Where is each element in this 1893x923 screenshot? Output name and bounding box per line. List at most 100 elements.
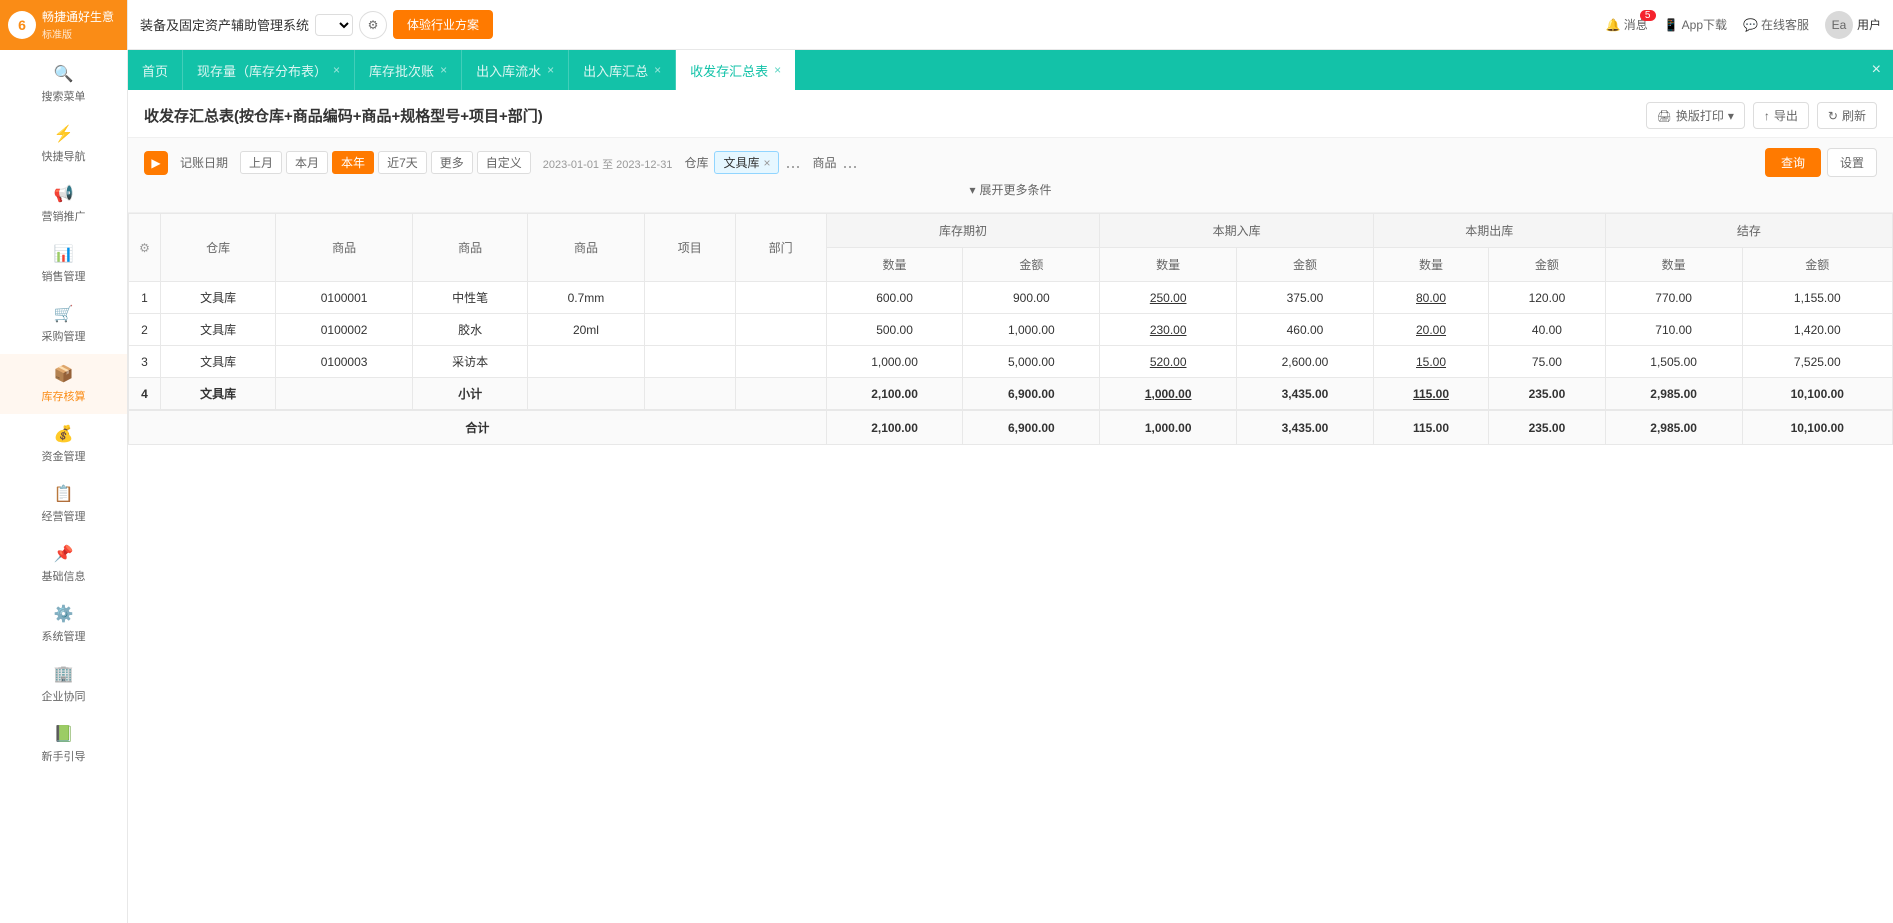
sidebar-item-inventory[interactable]: 📦 库存核算 bbox=[0, 354, 127, 414]
refresh-icon: ↻ bbox=[1828, 109, 1838, 123]
total-row: 合计 2,100.00 6,900.00 1,000.00 3,435.00 1… bbox=[129, 410, 1893, 445]
sidebar-item-label: 基础信息 bbox=[42, 568, 86, 584]
col-warehouse-header: 仓库 bbox=[161, 214, 276, 282]
row3-warehouse: 文具库 bbox=[161, 346, 276, 378]
date-btn-7days[interactable]: 近7天 bbox=[378, 151, 427, 174]
date-btn-last-month[interactable]: 上月 bbox=[240, 151, 282, 174]
col-project-header: 项目 bbox=[644, 214, 735, 282]
product-more-button[interactable]: ... bbox=[843, 152, 858, 173]
row2-name: 胶水 bbox=[413, 314, 528, 346]
sidebar-item-marketing[interactable]: 📢 营销推广 bbox=[0, 174, 127, 234]
subtotal-in-qty[interactable]: 1,000.00 bbox=[1100, 378, 1237, 411]
row3-in-qty[interactable]: 520.00 bbox=[1100, 346, 1237, 378]
total-in-amt: 3,435.00 bbox=[1237, 410, 1374, 445]
page-inner: 收发存汇总表(按仓库+商品编码+商品+规格型号+项目+部门) 🖨 换版打印 ▾ … bbox=[128, 90, 1893, 923]
filter-area: ▶ 记账日期 上月 本月 本年 近7天 更多 自定义 2023-01-01 至 … bbox=[128, 138, 1893, 213]
notification-button[interactable]: 🔔 消息 5 bbox=[1606, 16, 1648, 33]
sidebar-item-label: 营销推广 bbox=[42, 208, 86, 224]
table-row: 3 文具库 0100003 采访本 1,000.00 5,000.00 520.… bbox=[129, 346, 1893, 378]
online-service-button[interactable]: 💬 在线客服 bbox=[1743, 16, 1809, 33]
settings-icon[interactable]: ⚙ bbox=[359, 11, 387, 39]
tab-recv-send[interactable]: 收发存汇总表 × bbox=[676, 50, 795, 90]
row1-no: 1 bbox=[129, 282, 161, 314]
total-in-qty: 1,000.00 bbox=[1100, 410, 1237, 445]
subtotal-balance-qty: 2,985.00 bbox=[1605, 378, 1742, 411]
row2-warehouse: 文具库 bbox=[161, 314, 276, 346]
print-button[interactable]: 🖨 换版打印 ▾ bbox=[1646, 102, 1745, 129]
tab-stock-dist-close[interactable]: × bbox=[333, 63, 340, 77]
date-btn-more[interactable]: 更多 bbox=[431, 151, 473, 174]
row1-project bbox=[644, 282, 735, 314]
tab-flow-close[interactable]: × bbox=[547, 63, 554, 77]
date-btn-custom[interactable]: 自定义 bbox=[477, 151, 531, 174]
system-select[interactable] bbox=[315, 14, 353, 36]
subtotal-dept bbox=[735, 378, 826, 411]
tab-flow-label: 出入库流水 bbox=[476, 61, 541, 80]
sidebar: 6 畅捷通好生意 标准版 🔍 搜索菜单 ⚡ 快捷导航 📢 营销推广 📊 销售管理 bbox=[0, 0, 128, 923]
refresh-button[interactable]: ↻ 刷新 bbox=[1817, 102, 1877, 129]
row1-in-qty[interactable]: 250.00 bbox=[1100, 282, 1237, 314]
tab-batch[interactable]: 库存批次账 × bbox=[355, 50, 462, 90]
warehouse-tag-close[interactable]: × bbox=[763, 156, 770, 170]
tab-summary-close[interactable]: × bbox=[654, 63, 661, 77]
app-download-button[interactable]: 📱 App下载 bbox=[1664, 16, 1727, 33]
user-menu[interactable]: Ea 用户 bbox=[1825, 11, 1881, 39]
col-out-amt-header: 金额 bbox=[1489, 248, 1606, 282]
sidebar-item-enterprise[interactable]: 🏢 企业协同 bbox=[0, 654, 127, 714]
date-btn-this-year[interactable]: 本年 bbox=[332, 151, 374, 174]
subtotal-warehouse: 文具库 bbox=[161, 378, 276, 411]
sidebar-item-purchase[interactable]: 🛒 采购管理 bbox=[0, 294, 127, 354]
sidebar-item-basic[interactable]: 📌 基础信息 bbox=[0, 534, 127, 594]
query-button[interactable]: 查询 bbox=[1765, 148, 1821, 177]
set-button[interactable]: 设置 bbox=[1827, 148, 1877, 177]
sidebar-item-system[interactable]: ⚙️ 系统管理 bbox=[0, 594, 127, 654]
sidebar-item-quick-nav[interactable]: ⚡ 快捷导航 bbox=[0, 114, 127, 174]
subtotal-code bbox=[276, 378, 413, 411]
expand-filter-button[interactable]: ▾ 展开更多条件 bbox=[144, 177, 1877, 202]
row2-in-qty[interactable]: 230.00 bbox=[1100, 314, 1237, 346]
sidebar-item-label: 搜索菜单 bbox=[42, 88, 86, 104]
row3-no: 3 bbox=[129, 346, 161, 378]
date-btn-this-month[interactable]: 本月 bbox=[286, 151, 328, 174]
sidebar-item-label: 库存核算 bbox=[42, 388, 86, 404]
row2-out-qty[interactable]: 20.00 bbox=[1373, 314, 1488, 346]
row1-warehouse: 文具库 bbox=[161, 282, 276, 314]
filter-toggle-button[interactable]: ▶ bbox=[144, 151, 168, 175]
sidebar-item-finance[interactable]: 💰 资金管理 bbox=[0, 414, 127, 474]
tab-flow[interactable]: 出入库流水 × bbox=[462, 50, 569, 90]
col-out-qty-header: 数量 bbox=[1373, 248, 1488, 282]
subtotal-opening-amt: 6,900.00 bbox=[963, 378, 1100, 411]
date-buttons: 上月 本月 本年 近7天 更多 自定义 bbox=[240, 151, 531, 174]
subtotal-out-qty[interactable]: 115.00 bbox=[1373, 378, 1488, 411]
tab-stock-dist[interactable]: 现存量（库存分布表） × bbox=[183, 50, 355, 90]
row2-code: 0100002 bbox=[276, 314, 413, 346]
row1-code: 0100001 bbox=[276, 282, 413, 314]
row1-balance-amt: 1,155.00 bbox=[1742, 282, 1892, 314]
row3-out-amt: 75.00 bbox=[1489, 346, 1606, 378]
table-wrapper: ⚙ 仓库 商品 商品 商品 项目 部门 库存期初 本期入库 本期出库 结存 bbox=[128, 213, 1893, 445]
page: 收发存汇总表(按仓库+商品编码+商品+规格型号+项目+部门) 🖨 换版打印 ▾ … bbox=[128, 90, 1893, 923]
trial-button[interactable]: 体验行业方案 bbox=[393, 10, 493, 39]
product-filter: 商品 ... bbox=[813, 152, 858, 173]
tab-home[interactable]: 首页 bbox=[128, 50, 183, 90]
sidebar-item-operations[interactable]: 📋 经营管理 bbox=[0, 474, 127, 534]
tab-recv-send-close[interactable]: × bbox=[774, 63, 781, 77]
col-settings-header[interactable]: ⚙ bbox=[129, 214, 161, 282]
sidebar-item-search[interactable]: 🔍 搜索菜单 bbox=[0, 54, 127, 114]
tab-batch-close[interactable]: × bbox=[440, 63, 447, 77]
row1-out-qty[interactable]: 80.00 bbox=[1373, 282, 1488, 314]
subtotal-no: 4 bbox=[129, 378, 161, 411]
row3-in-amt: 2,600.00 bbox=[1237, 346, 1374, 378]
warehouse-more-button[interactable]: ... bbox=[785, 152, 800, 173]
col-spec-header: 商品 bbox=[528, 214, 645, 282]
total-opening-amt: 6,900.00 bbox=[963, 410, 1100, 445]
tab-summary[interactable]: 出入库汇总 × bbox=[569, 50, 676, 90]
sidebar-item-sales[interactable]: 📊 销售管理 bbox=[0, 234, 127, 294]
export-button[interactable]: ↑ 导出 bbox=[1753, 102, 1809, 129]
row3-out-qty[interactable]: 15.00 bbox=[1373, 346, 1488, 378]
finance-icon: 💰 bbox=[54, 424, 74, 444]
close-all-button[interactable]: × bbox=[1860, 61, 1893, 79]
row2-project bbox=[644, 314, 735, 346]
sidebar-item-guide[interactable]: 📗 新手引导 bbox=[0, 714, 127, 774]
sidebar-item-label: 企业协同 bbox=[42, 688, 86, 704]
